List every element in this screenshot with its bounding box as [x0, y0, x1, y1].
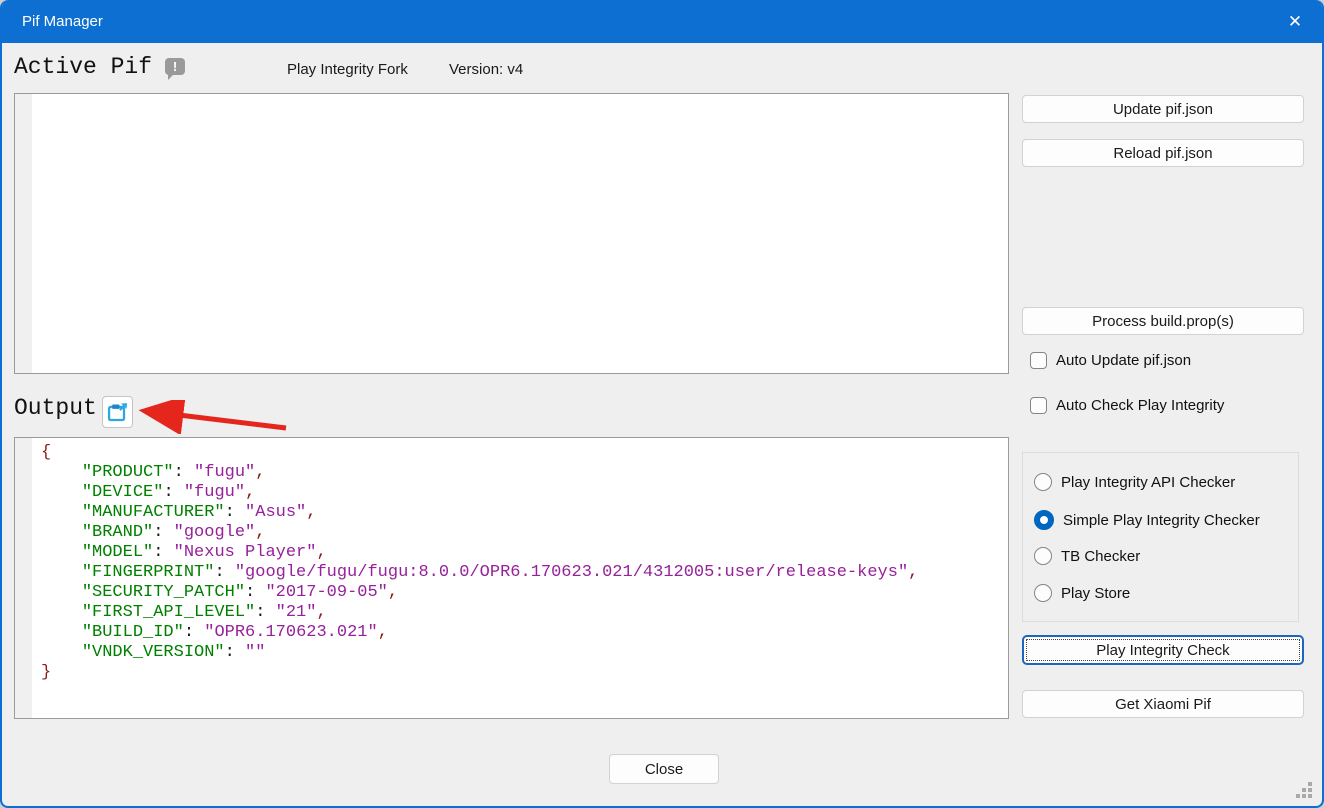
reload-pif-json-button[interactable]: Reload pif.json [1022, 139, 1304, 167]
radio-label: Play Integrity API Checker [1061, 473, 1236, 491]
resize-grip[interactable] [1294, 780, 1312, 798]
radio-simple-play-integrity-checker[interactable]: Simple Play Integrity Checker [1034, 510, 1260, 530]
window-title: Pif Manager [22, 13, 103, 30]
radio-play-store[interactable]: Play Store [1034, 584, 1130, 602]
auto-update-checkbox-row[interactable]: Auto Update pif.json [1030, 352, 1191, 369]
active-pif-label: Active Pif [14, 54, 153, 80]
radio-label: TB Checker [1061, 547, 1141, 565]
checkbox-label: Auto Check Play Integrity [1056, 397, 1225, 414]
checkbox-icon[interactable] [1030, 352, 1047, 369]
auto-check-play-integrity-checkbox-row[interactable]: Auto Check Play Integrity [1030, 397, 1224, 414]
copy-to-clipboard-button[interactable] [102, 396, 133, 428]
radio-icon[interactable] [1034, 547, 1052, 565]
process-build-prop-button[interactable]: Process build.prop(s) [1022, 307, 1304, 335]
radio-icon[interactable] [1034, 584, 1052, 602]
close-icon[interactable]: ✕ [1272, 0, 1318, 43]
radio-icon[interactable] [1034, 473, 1052, 491]
clipboard-arrow-up-icon [107, 402, 128, 421]
close-button[interactable]: Close [609, 754, 719, 784]
checkbox-icon[interactable] [1030, 397, 1047, 414]
active-pif-textbox[interactable] [14, 93, 1009, 374]
output-textbox[interactable]: { "PRODUCT": "fugu", "DEVICE": "fugu", "… [14, 437, 1009, 719]
output-label: Output [14, 395, 97, 421]
info-bubble-icon[interactable]: ! [165, 58, 185, 80]
version-label: Version: v4 [449, 61, 524, 78]
radio-icon[interactable] [1034, 510, 1054, 530]
radio-label: Play Store [1061, 584, 1131, 602]
titlebar[interactable]: Pif Manager ✕ [2, 0, 1322, 43]
output-json-code: { "PRODUCT": "fugu", "DEVICE": "fugu", "… [41, 443, 919, 682]
textbox-gutter [15, 94, 32, 373]
radio-label: Simple Play Integrity Checker [1063, 511, 1260, 529]
radio-tb-checker[interactable]: TB Checker [1034, 547, 1140, 565]
textbox-gutter [15, 438, 32, 718]
red-arrow-annotation [138, 400, 287, 434]
update-pif-json-button[interactable]: Update pif.json [1022, 95, 1304, 123]
get-xiaomi-pif-button[interactable]: Get Xiaomi Pif [1022, 690, 1304, 718]
pif-manager-window: Pif Manager ✕ Active Pif ! Play Integrit… [0, 0, 1324, 808]
checkbox-label: Auto Update pif.json [1056, 352, 1192, 369]
radio-play-integrity-api-checker[interactable]: Play Integrity API Checker [1034, 473, 1235, 491]
fork-name-label: Play Integrity Fork [287, 61, 408, 78]
play-integrity-check-button[interactable]: Play Integrity Check [1022, 635, 1304, 665]
